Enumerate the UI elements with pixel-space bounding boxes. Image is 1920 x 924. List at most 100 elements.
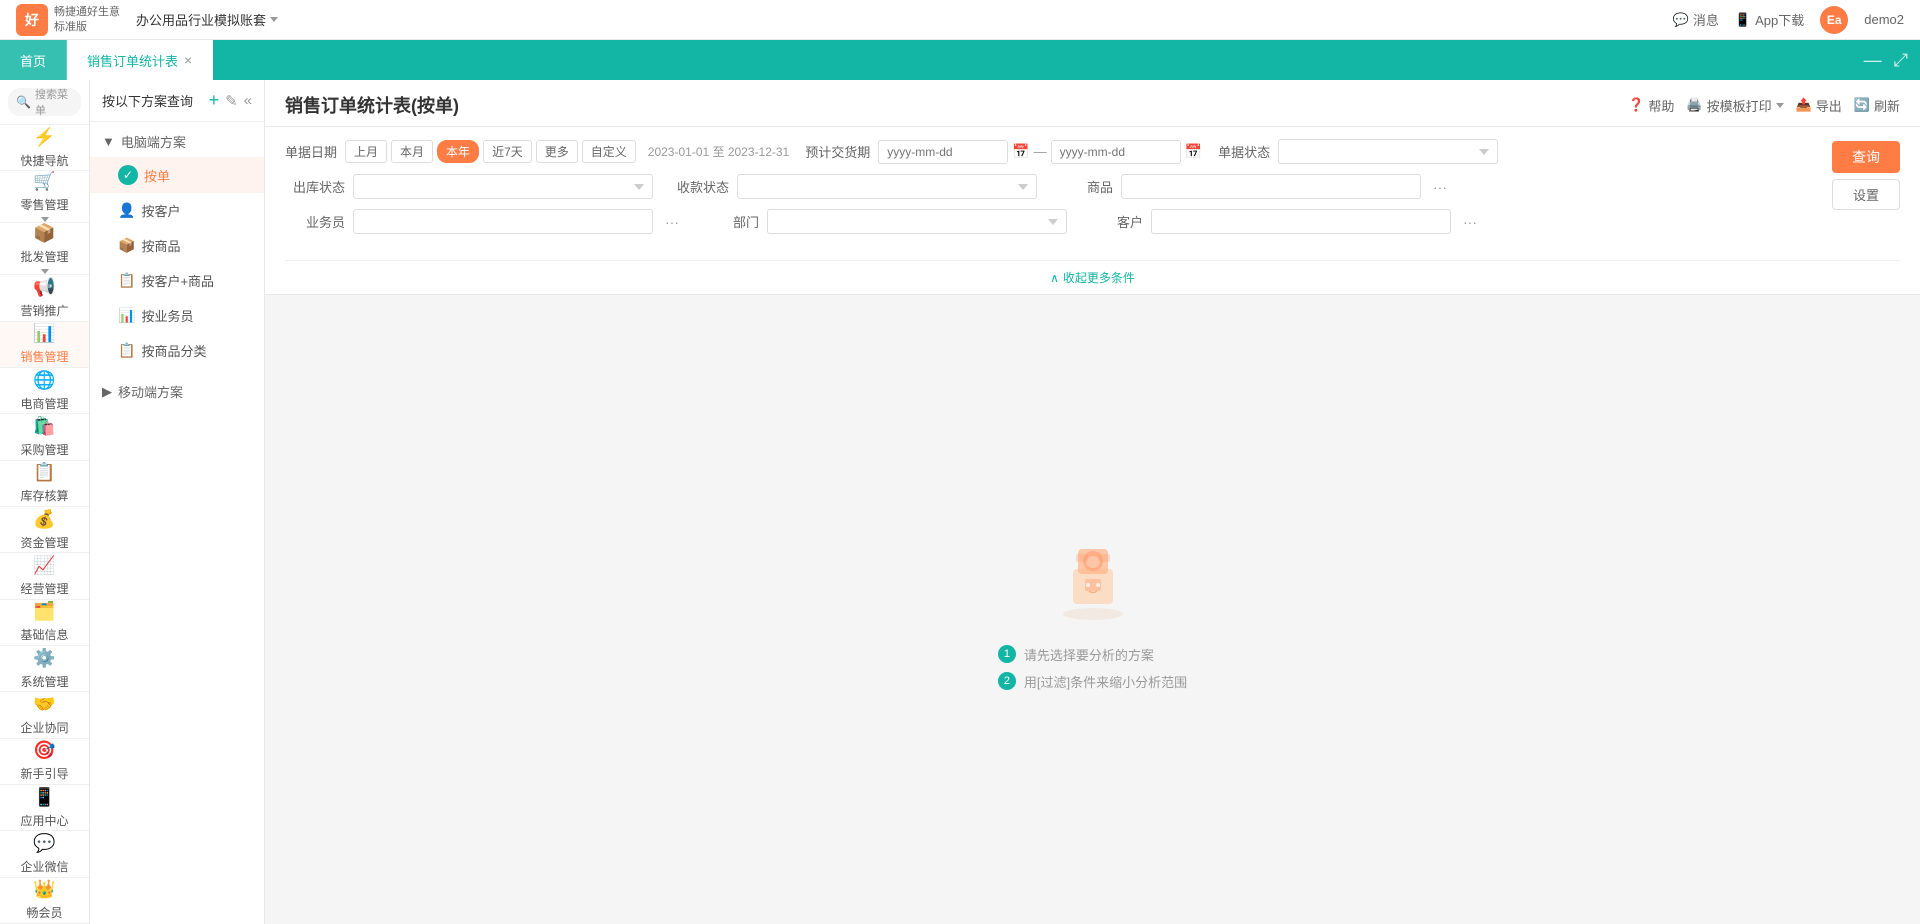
main-layout: 🔍 搜索菜单 ⚡ 快捷导航 🛒 零售管理 📦 批发管理 📢 营销推广 📊 销售管… [0,80,1920,924]
date-btn-last-month[interactable]: 上月 [345,140,387,163]
sidebar-item-purchase[interactable]: 🛍️ 采购管理 [0,414,89,460]
print-button[interactable]: 🖨️ 按模板打印 [1686,96,1783,115]
department-select[interactable] [767,209,1067,234]
date-btn-last-7-days[interactable]: 近7天 [483,140,532,163]
query-btn-group: 查询 设置 [1832,139,1900,210]
scheme-item-by-customer-goods[interactable]: 📋 按客户+商品 [90,263,264,298]
empty-tip-2: 2 用[过滤]条件来缩小分析范围 [998,672,1187,691]
scheme-item-by-customer[interactable]: 👤 按客户 [90,193,264,228]
date-btn-custom[interactable]: 自定义 [582,140,636,163]
sidebar-item-wechat[interactable]: 💬 企业微信 [0,831,89,877]
logo-area: 好 畅捷通好生意 标准版 [16,4,120,36]
page-selector[interactable]: 办公用品行业模拟账套 [128,6,286,33]
expected-date-end-input[interactable] [1051,140,1181,164]
export-button[interactable]: 📤 导出 [1796,96,1842,115]
topbar-right: 💬 消息 📱 App下载 Ea demo2 [1673,6,1904,34]
topbar: 好 畅捷通好生意 标准版 办公用品行业模拟账套 💬 消息 📱 App下载 Ea … [0,0,1920,40]
date-btn-this-year[interactable]: 本年 [437,140,479,163]
sidebar-item-operation[interactable]: 📈 经营管理 [0,553,89,599]
sidebar-item-basic[interactable]: 🗂️ 基础信息 [0,600,89,646]
filter-department: 部门 [699,209,1067,234]
print-chevron-icon [1776,103,1784,108]
logo-icon: 好 [16,4,48,36]
nav-minimize-icon[interactable]: — [1860,50,1886,71]
refresh-button[interactable]: 🔄 刷新 [1854,96,1900,115]
date-btn-more[interactable]: 更多 [536,140,578,163]
message-button[interactable]: 💬 消息 [1673,10,1719,29]
payment-status-select[interactable] [737,174,1037,199]
sidebar-item-sales[interactable]: 📊 销售管理 [0,322,89,368]
sidebar-search-inner[interactable]: 🔍 搜索菜单 [8,88,81,116]
calendar-end-icon[interactable]: 📅 [1185,143,1202,160]
sidebar-item-marketing[interactable]: 📢 营销推广 [0,275,89,321]
scheme-category-icon: 📋 [118,342,135,359]
scheme-panel: 按以下方案查询 + ✎ « ▼ 电脑端方案 ✓ 按单 👤 按客户 [90,80,265,924]
sidebar-item-quick-nav[interactable]: ⚡ 快捷导航 [0,125,89,171]
salesperson-ellipsis-icon[interactable]: ··· [661,214,683,230]
mobile-group-arrow: ▶ [102,384,112,400]
settings-button[interactable]: 设置 [1832,179,1900,210]
filter-delivery-status: 出库状态 [285,174,653,199]
customer-ellipsis-icon[interactable]: ··· [1459,214,1481,230]
page-header-actions: ❓ 帮助 🖨️ 按模板打印 📤 导出 🔄 刷新 [1628,96,1900,115]
user-name[interactable]: demo2 [1864,12,1904,27]
sidebar-item-wholesale[interactable]: 📦 批发管理 [0,223,89,275]
filter-customer: 客户 ··· [1083,209,1481,234]
scheme-item-by-order[interactable]: ✓ 按单 [90,157,264,193]
scheme-add-button[interactable]: + [209,90,220,111]
date-btn-this-month[interactable]: 本月 [391,140,433,163]
sidebar-item-inventory[interactable]: 📋 库存核算 [0,461,89,507]
bill-status-select[interactable] [1278,139,1498,164]
sidebar-item-system[interactable]: ⚙️ 系统管理 [0,646,89,692]
sidebar-item-app-center[interactable]: 📱 应用中心 [0,785,89,831]
tab-home[interactable]: 首页 [0,40,67,80]
filter-salesperson: 业务员 ··· [285,209,683,234]
empty-tip-1: 1 请先选择要分析的方案 [998,645,1187,664]
scheme-collapse-button[interactable]: « [244,92,252,109]
sidebar-item-finance[interactable]: 💰 资金管理 [0,507,89,553]
sidebar-item-member[interactable]: 👑 畅会员 [0,878,89,924]
tab-sales-order-statistics[interactable]: 销售订单统计表 × [67,40,213,80]
scheme-group-pc-header[interactable]: ▼ 电脑端方案 [90,126,264,157]
expected-date-start-input[interactable] [878,140,1008,164]
collapse-bar[interactable]: ∧ 收起更多条件 [285,260,1900,294]
sidebar-item-retail[interactable]: 🛒 零售管理 [0,171,89,223]
empty-tips: 1 请先选择要分析的方案 2 用[过滤]条件来缩小分析范围 [998,645,1187,691]
nav-tabs: 首页 销售订单统计表 × — ⤢ [0,40,1920,80]
filter-row-1: 单据日期 上月 本月 本年 近7天 更多 自定义 2023-01-01 至 20… [285,139,1820,164]
scheme-item-by-goods-category[interactable]: 📋 按商品分类 [90,333,264,368]
expected-date-input-group: 📅 — 📅 [878,140,1202,164]
logo-text: 畅捷通好生意 标准版 [54,5,120,34]
filter-goods: 商品 ··· [1053,174,1451,199]
sidebar-item-ecommerce[interactable]: 🌐 电商管理 [0,368,89,414]
query-button[interactable]: 查询 [1832,141,1900,173]
scheme-group-mobile-header[interactable]: ▶ 移动端方案 [90,376,264,407]
goods-input[interactable] [1121,174,1421,199]
filter-date-quick-buttons: 上月 本月 本年 近7天 更多 自定义 [345,140,636,163]
sidebar-item-enterprise[interactable]: 🤝 企业协同 [0,692,89,738]
sidebar-item-new-guide[interactable]: 🎯 新手引导 [0,739,89,785]
customer-input[interactable] [1151,209,1451,234]
empty-illustration [1043,529,1143,629]
chevron-down-icon [41,217,49,222]
topbar-left: 好 畅捷通好生意 标准版 办公用品行业模拟账套 [16,4,286,36]
scheme-panel-actions: + ✎ « [209,90,252,111]
filter-row-3: 业务员 ··· 部门 [285,209,1820,234]
scheme-item-by-salesperson[interactable]: 📊 按业务员 [90,298,264,333]
app-download-button[interactable]: 📱 App下载 [1735,10,1804,29]
goods-ellipsis-icon[interactable]: ··· [1429,179,1451,195]
scheme-group-mobile: ▶ 移动端方案 [90,372,264,411]
calendar-start-icon[interactable]: 📅 [1012,143,1029,160]
delivery-status-select[interactable] [353,174,653,199]
help-button[interactable]: ❓ 帮助 [1628,96,1674,115]
nav-maximize-icon[interactable]: ⤢ [1890,50,1912,71]
salesperson-input[interactable] [353,209,653,234]
sidebar-search-area: 🔍 搜索菜单 [0,80,89,125]
user-avatar[interactable]: Ea [1820,6,1848,34]
content: 按以下方案查询 + ✎ « ▼ 电脑端方案 ✓ 按单 👤 按客户 [90,80,1920,924]
tab-close-icon[interactable]: × [184,53,192,67]
scheme-item-by-goods[interactable]: 📦 按商品 [90,228,264,263]
scheme-salesperson-icon: 📊 [118,307,135,324]
scheme-edit-button[interactable]: ✎ [225,92,238,110]
scheme-customer-icon: 👤 [118,202,135,219]
